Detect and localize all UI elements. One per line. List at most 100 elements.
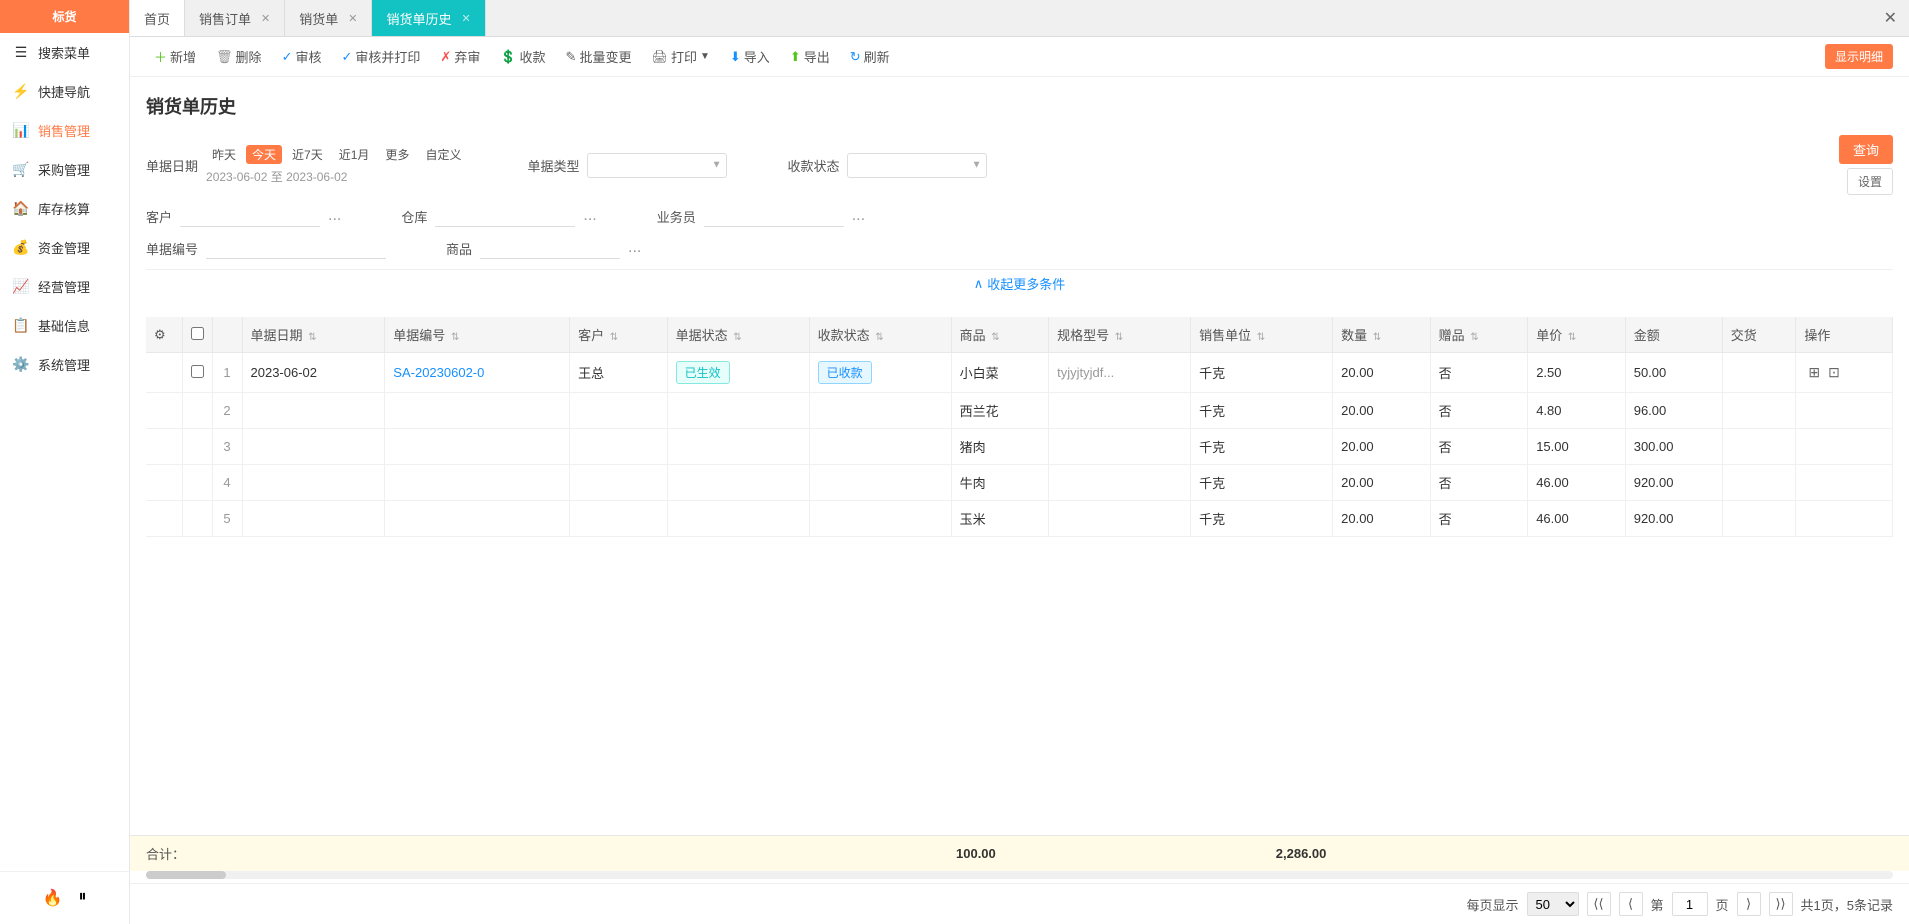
sales-rep-dots[interactable]: ... xyxy=(852,207,865,225)
customer-input[interactable] xyxy=(180,205,320,227)
sidebar-item-operations[interactable]: 📈 经营管理 xyxy=(0,267,129,306)
goods-input[interactable] xyxy=(480,237,620,259)
tab-sales-goods-close[interactable]: ✕ xyxy=(348,12,357,25)
refresh-button[interactable]: ↻ 刷新 xyxy=(842,43,898,70)
col-config[interactable]: ⚙ xyxy=(146,317,182,353)
sidebar-item-quick-nav[interactable]: ⚡ 快捷导航 xyxy=(0,72,129,111)
print-dropdown-icon: ▼ xyxy=(700,51,710,62)
tab-bar-close-btn[interactable]: ✕ xyxy=(1872,8,1909,28)
scrollbar-track[interactable] xyxy=(146,871,1893,879)
col-gift[interactable]: 赠品 ⇅ xyxy=(1430,317,1528,353)
col-checkbox-cell xyxy=(182,353,212,393)
filter-warehouse: 仓库 ... xyxy=(401,205,596,227)
scrollbar-thumb[interactable] xyxy=(146,871,226,879)
col-qty[interactable]: 数量 ⇅ xyxy=(1333,317,1431,353)
col-unit-label: 销售单位 xyxy=(1199,328,1251,343)
tab-sales-history-label: 销货单历史 xyxy=(386,9,451,28)
date-tab-7days[interactable]: 近7天 xyxy=(286,145,329,164)
date-tab-1month[interactable]: 近1月 xyxy=(333,145,376,164)
bottom-icon-fire[interactable]: 🔥 xyxy=(43,888,63,908)
bottom-icon-pause[interactable]: ⏸ xyxy=(78,888,86,908)
doc-type-select[interactable] xyxy=(587,153,727,178)
collapse-bar[interactable]: ∧ 收起更多条件 xyxy=(146,269,1893,297)
sidebar-item-finance[interactable]: 💰 资金管理 xyxy=(0,228,129,267)
col-spec[interactable]: 规格型号 ⇅ xyxy=(1049,317,1191,353)
sidebar-item-purchase-mgmt[interactable]: 🛒 采购管理 xyxy=(0,150,129,189)
date-label: 单据日期 xyxy=(146,156,198,175)
cell-gift: 否 xyxy=(1430,353,1528,393)
page-input[interactable] xyxy=(1672,892,1708,916)
tab-home[interactable]: 首页 xyxy=(130,0,185,36)
tab-sales-order[interactable]: 销售订单 ✕ xyxy=(185,0,285,36)
warehouse-input[interactable] xyxy=(435,205,575,227)
tab-sales-history[interactable]: 销货单历史 ✕ xyxy=(372,0,485,36)
sort-qty-icon: ⇅ xyxy=(1373,332,1381,343)
cell-price: 2.50 xyxy=(1528,353,1626,393)
action-edit-btn[interactable]: ⊞ xyxy=(1804,362,1824,383)
col-gift-label: 赠品 xyxy=(1439,328,1465,343)
show-detail-button[interactable]: 显示明细 xyxy=(1825,44,1893,69)
sidebar-item-sys-mgmt[interactable]: ⚙️ 系统管理 xyxy=(0,345,129,384)
col-payment-status[interactable]: 收款状态 ⇅ xyxy=(809,317,951,353)
col-unit[interactable]: 销售单位 ⇅ xyxy=(1191,317,1333,353)
page-next-btn[interactable]: ⟩ xyxy=(1737,892,1761,916)
import-button[interactable]: ⬇ 导入 xyxy=(722,43,778,70)
page-prev-btn[interactable]: ⟨ xyxy=(1619,892,1643,916)
doc-no-link[interactable]: SA-20230602-0 xyxy=(393,365,484,380)
date-tab-custom[interactable]: 自定义 xyxy=(419,145,467,164)
col-doc-date[interactable]: 单据日期 ⇅ xyxy=(242,317,385,353)
goods-dots[interactable]: ... xyxy=(628,239,641,257)
sidebar-item-inventory[interactable]: 🏠 库存核算 xyxy=(0,189,129,228)
page-last-btn[interactable]: ⟩⟩ xyxy=(1769,892,1793,916)
data-table: ⚙ 单据日期 ⇅ 单据编号 ⇅ 客户 ⇅ xyxy=(146,317,1893,537)
col-checkbox-cell xyxy=(182,393,212,429)
abandon-button[interactable]: ✗ 弃审 xyxy=(432,43,488,70)
action-more-btn[interactable]: ⊡ xyxy=(1824,362,1844,383)
tab-sales-order-close[interactable]: ✕ xyxy=(261,12,270,25)
content-area: 销货单历史 单据日期 昨天 今天 近7天 近1月 更多 自定义 xyxy=(130,77,1909,835)
batch-change-button[interactable]: ✎ 批量变更 xyxy=(558,43,640,70)
query-button[interactable]: 查询 xyxy=(1839,135,1893,164)
sales-rep-input[interactable] xyxy=(704,205,844,227)
settings-button[interactable]: 设置 xyxy=(1847,168,1893,195)
col-goods[interactable]: 商品 ⇅ xyxy=(951,317,1049,353)
cell-spec xyxy=(1049,501,1191,537)
tab-sales-history-close[interactable]: ✕ xyxy=(462,12,471,25)
export-button[interactable]: ⬆ 导出 xyxy=(782,43,838,70)
cell-payment-status xyxy=(809,501,951,537)
print-button[interactable]: 🖨 打印 ▼ xyxy=(643,43,717,70)
tab-sales-goods[interactable]: 销货单 ✕ xyxy=(285,0,372,36)
payment-status-select[interactable] xyxy=(847,153,987,178)
sidebar-item-sales-mgmt[interactable]: 📊 销售管理 xyxy=(0,111,129,150)
audit-print-button[interactable]: ✓ 审核并打印 xyxy=(333,43,428,70)
doc-no-input[interactable] xyxy=(206,237,386,259)
sidebar-item-search-menu[interactable]: ☰ 搜索菜单 xyxy=(0,33,129,72)
audit-print-label: 审核并打印 xyxy=(355,47,420,66)
cell-payment-status: 已收款 xyxy=(809,353,951,393)
col-customer[interactable]: 客户 ⇅ xyxy=(570,317,668,353)
audit-button[interactable]: ✓ 审核 xyxy=(274,43,330,70)
new-button[interactable]: ＋ 新增 xyxy=(146,43,204,70)
cell-customer xyxy=(570,429,668,465)
receipt-button[interactable]: 💲 收款 xyxy=(492,43,553,70)
tab-home-label: 首页 xyxy=(144,9,170,28)
doc-status-badge: 已生效 xyxy=(676,361,730,384)
select-all-checkbox[interactable] xyxy=(191,327,204,340)
col-price[interactable]: 单价 ⇅ xyxy=(1528,317,1626,353)
customer-dots[interactable]: ... xyxy=(328,207,341,225)
filter-date: 单据日期 昨天 今天 近7天 近1月 更多 自定义 2023-06-02 至 2… xyxy=(146,145,467,185)
delete-button[interactable]: 🗑 删除 xyxy=(208,43,270,70)
date-tab-today[interactable]: 今天 xyxy=(246,145,282,164)
sort-doc-date-icon: ⇅ xyxy=(308,332,316,343)
col-checkbox[interactable] xyxy=(182,317,212,353)
warehouse-dots[interactable]: ... xyxy=(583,207,596,225)
date-tab-more[interactable]: 更多 xyxy=(379,145,415,164)
sidebar-item-basic-info[interactable]: 📋 基础信息 xyxy=(0,306,129,345)
row-checkbox[interactable] xyxy=(191,365,204,378)
col-doc-status[interactable]: 单据状态 ⇅ xyxy=(667,317,809,353)
col-doc-no[interactable]: 单据编号 ⇅ xyxy=(385,317,570,353)
date-tab-yesterday[interactable]: 昨天 xyxy=(206,145,242,164)
col-config-cell xyxy=(146,501,182,537)
page-first-btn[interactable]: ⟨⟨ xyxy=(1587,892,1611,916)
per-page-select[interactable]: 50 100 xyxy=(1527,892,1579,916)
